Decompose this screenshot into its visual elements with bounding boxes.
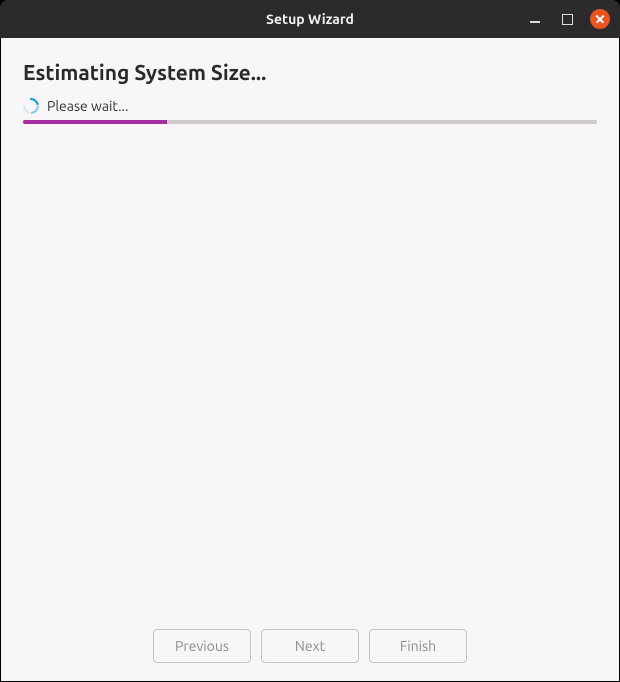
spinner-icon <box>23 98 39 114</box>
titlebar: Setup Wizard <box>0 0 620 38</box>
page-heading: Estimating System Size... <box>23 60 597 84</box>
content-spacer <box>23 124 597 615</box>
status-text: Please wait... <box>47 98 128 114</box>
footer-buttons: Previous Next Finish <box>23 615 597 663</box>
close-icon[interactable] <box>590 9 610 29</box>
finish-button[interactable]: Finish <box>369 629 467 663</box>
maximize-icon[interactable] <box>558 10 576 28</box>
progress-fill <box>23 120 167 124</box>
setup-wizard-window: Setup Wizard Estimating System Size... P… <box>0 0 620 682</box>
status-row: Please wait... <box>23 98 597 114</box>
window-title: Setup Wizard <box>266 11 354 27</box>
progress-bar <box>23 120 597 124</box>
window-controls <box>526 0 610 38</box>
minimize-icon[interactable] <box>526 10 544 28</box>
previous-button[interactable]: Previous <box>153 629 251 663</box>
next-button[interactable]: Next <box>261 629 359 663</box>
content-area: Estimating System Size... Please wait...… <box>0 38 620 682</box>
